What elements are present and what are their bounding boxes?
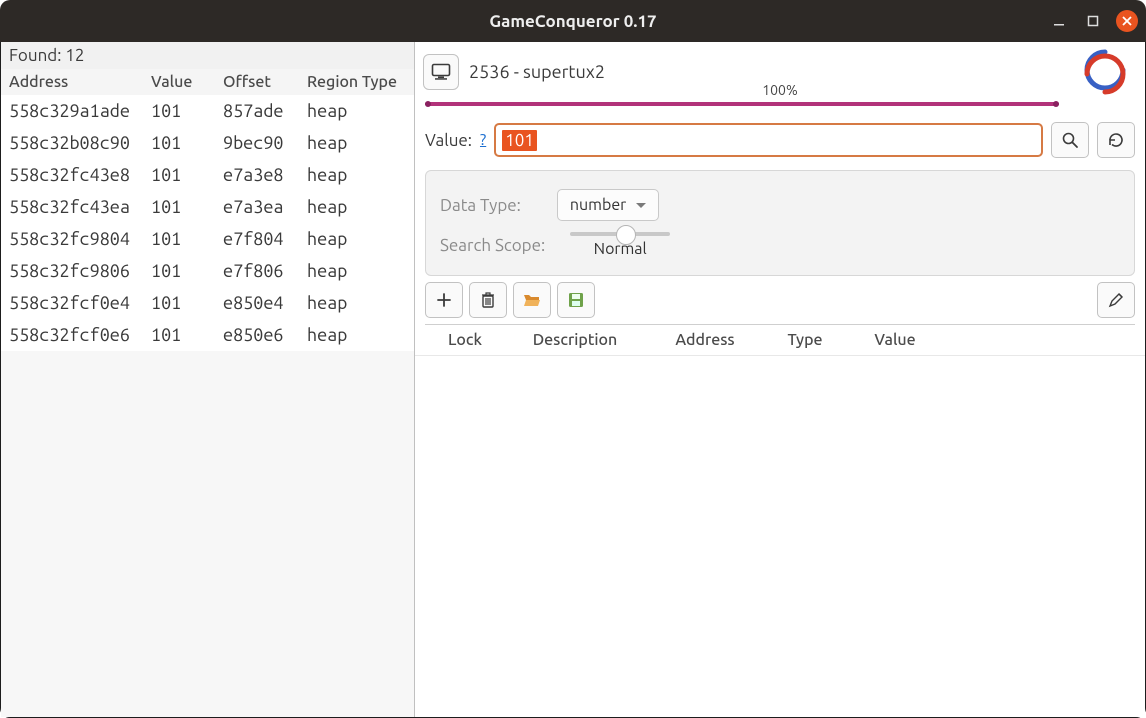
refresh-icon xyxy=(1107,131,1125,149)
saved-header: Lock Description Address Type Value xyxy=(415,325,1145,356)
value-label: Value: xyxy=(425,131,472,150)
folder-open-icon xyxy=(523,292,541,308)
value-help-link[interactable]: ? xyxy=(480,131,486,149)
cell-off: e7f806 xyxy=(223,257,307,285)
table-row[interactable]: 558c32fc9806101e7f806heap xyxy=(1,255,414,287)
cell-reg: heap xyxy=(307,129,407,157)
value-row: Value: ? 101 xyxy=(415,106,1145,166)
table-row[interactable]: 558c32fc43e8101e7a3e8heap xyxy=(1,159,414,191)
main-pane: 2536 - supertux2 100% Value: ? xyxy=(415,42,1145,717)
close-button[interactable] xyxy=(1116,10,1138,32)
value-input[interactable]: 101 xyxy=(494,123,1043,157)
cell-reg: heap xyxy=(307,193,407,221)
cell-addr: 558c32b08c90 xyxy=(9,129,151,157)
progress-bar xyxy=(425,102,1059,106)
cell-val: 101 xyxy=(151,97,223,125)
cell-val: 101 xyxy=(151,289,223,317)
cell-val: 101 xyxy=(151,129,223,157)
open-button[interactable] xyxy=(513,282,551,318)
data-type-value: number xyxy=(570,196,626,214)
saved-col-addr[interactable]: Address xyxy=(645,331,765,349)
process-area: 2536 - supertux2 100% Value: ? xyxy=(415,42,1145,325)
saved-col-desc[interactable]: Description xyxy=(505,331,645,349)
data-type-label: Data Type: xyxy=(440,196,521,215)
cell-reg: heap xyxy=(307,289,407,317)
window-controls xyxy=(1048,0,1138,42)
table-row[interactable]: 558c32fcf0e6101e850e6heap xyxy=(1,319,414,351)
cell-off: e850e6 xyxy=(223,321,307,349)
saved-col-value[interactable]: Value xyxy=(845,331,945,349)
results-pane: Found: 12 Address Value Offset Region Ty… xyxy=(1,42,415,717)
cell-val: 101 xyxy=(151,257,223,285)
minimize-button[interactable] xyxy=(1048,10,1070,32)
search-button[interactable] xyxy=(1051,122,1089,158)
cell-addr: 558c32fc43ea xyxy=(9,193,151,221)
process-label: 2536 - supertux2 xyxy=(469,62,605,82)
cell-addr: 558c32fc43e8 xyxy=(9,161,151,189)
cell-reg: heap xyxy=(307,225,407,253)
cell-addr: 558c329a1ade xyxy=(9,97,151,125)
col-value[interactable]: Value xyxy=(151,73,223,91)
settings-panel: Data Type: number Search Scope: Normal xyxy=(425,170,1135,276)
cell-off: e7a3ea xyxy=(223,193,307,221)
trash-icon xyxy=(480,291,496,309)
found-number: 12 xyxy=(65,46,84,65)
edit-button[interactable] xyxy=(1097,282,1135,318)
col-address[interactable]: Address xyxy=(9,73,151,91)
cell-off: e850e4 xyxy=(223,289,307,317)
cell-val: 101 xyxy=(151,225,223,253)
cell-reg: heap xyxy=(307,97,407,125)
window-title: GameConqueror 0.17 xyxy=(489,12,656,31)
cell-off: 857ade xyxy=(223,97,307,125)
pencil-icon xyxy=(1108,292,1124,308)
saved-toolbar xyxy=(425,282,1135,325)
add-button[interactable] xyxy=(425,282,463,318)
results-body[interactable]: 558c329a1ade101857adeheap558c32b08c90101… xyxy=(1,95,414,351)
saved-body[interactable] xyxy=(415,356,1145,717)
cell-off: e7f804 xyxy=(223,225,307,253)
results-header: Address Value Offset Region Type xyxy=(1,69,414,95)
saved-col-lock[interactable]: Lock xyxy=(425,331,505,349)
found-prefix: Found: xyxy=(9,46,61,65)
cell-val: 101 xyxy=(151,193,223,221)
search-icon xyxy=(1061,131,1079,149)
table-row[interactable]: 558c32fc9804101e7f804heap xyxy=(1,223,414,255)
refresh-button[interactable] xyxy=(1097,122,1135,158)
plus-icon xyxy=(436,292,452,308)
data-type-select[interactable]: number xyxy=(557,189,659,221)
saved-col-type[interactable]: Type xyxy=(765,331,845,349)
titlebar: GameConqueror 0.17 xyxy=(0,0,1146,42)
scope-slider[interactable] xyxy=(570,232,670,236)
cell-reg: heap xyxy=(307,321,407,349)
save-button[interactable] xyxy=(557,282,595,318)
table-row[interactable]: 558c32fcf0e4101e850e4heap xyxy=(1,287,414,319)
cell-addr: 558c32fc9804 xyxy=(9,225,151,253)
col-region[interactable]: Region Type xyxy=(307,73,407,91)
maximize-button[interactable] xyxy=(1082,10,1104,32)
cell-off: e7a3e8 xyxy=(223,161,307,189)
save-icon xyxy=(568,292,584,308)
cell-off: 9bec90 xyxy=(223,129,307,157)
table-row[interactable]: 558c329a1ade101857adeheap xyxy=(1,95,414,127)
client-area: Found: 12 Address Value Offset Region Ty… xyxy=(0,42,1146,718)
cell-addr: 558c32fcf0e4 xyxy=(9,289,151,317)
scope-label: Search Scope: xyxy=(440,236,545,255)
cell-reg: heap xyxy=(307,161,407,189)
monitor-icon xyxy=(431,63,451,81)
cell-reg: heap xyxy=(307,257,407,285)
cell-val: 101 xyxy=(151,161,223,189)
cell-val: 101 xyxy=(151,321,223,349)
cell-addr: 558c32fcf0e6 xyxy=(9,321,151,349)
delete-button[interactable] xyxy=(469,282,507,318)
table-row[interactable]: 558c32fc43ea101e7a3eaheap xyxy=(1,191,414,223)
table-row[interactable]: 558c32b08c901019bec90heap xyxy=(1,127,414,159)
col-offset[interactable]: Offset xyxy=(223,73,307,91)
value-input-text: 101 xyxy=(502,130,537,151)
found-count: Found: 12 xyxy=(1,42,414,69)
progress-percent: 100% xyxy=(415,82,1145,98)
cell-addr: 558c32fc9806 xyxy=(9,257,151,285)
